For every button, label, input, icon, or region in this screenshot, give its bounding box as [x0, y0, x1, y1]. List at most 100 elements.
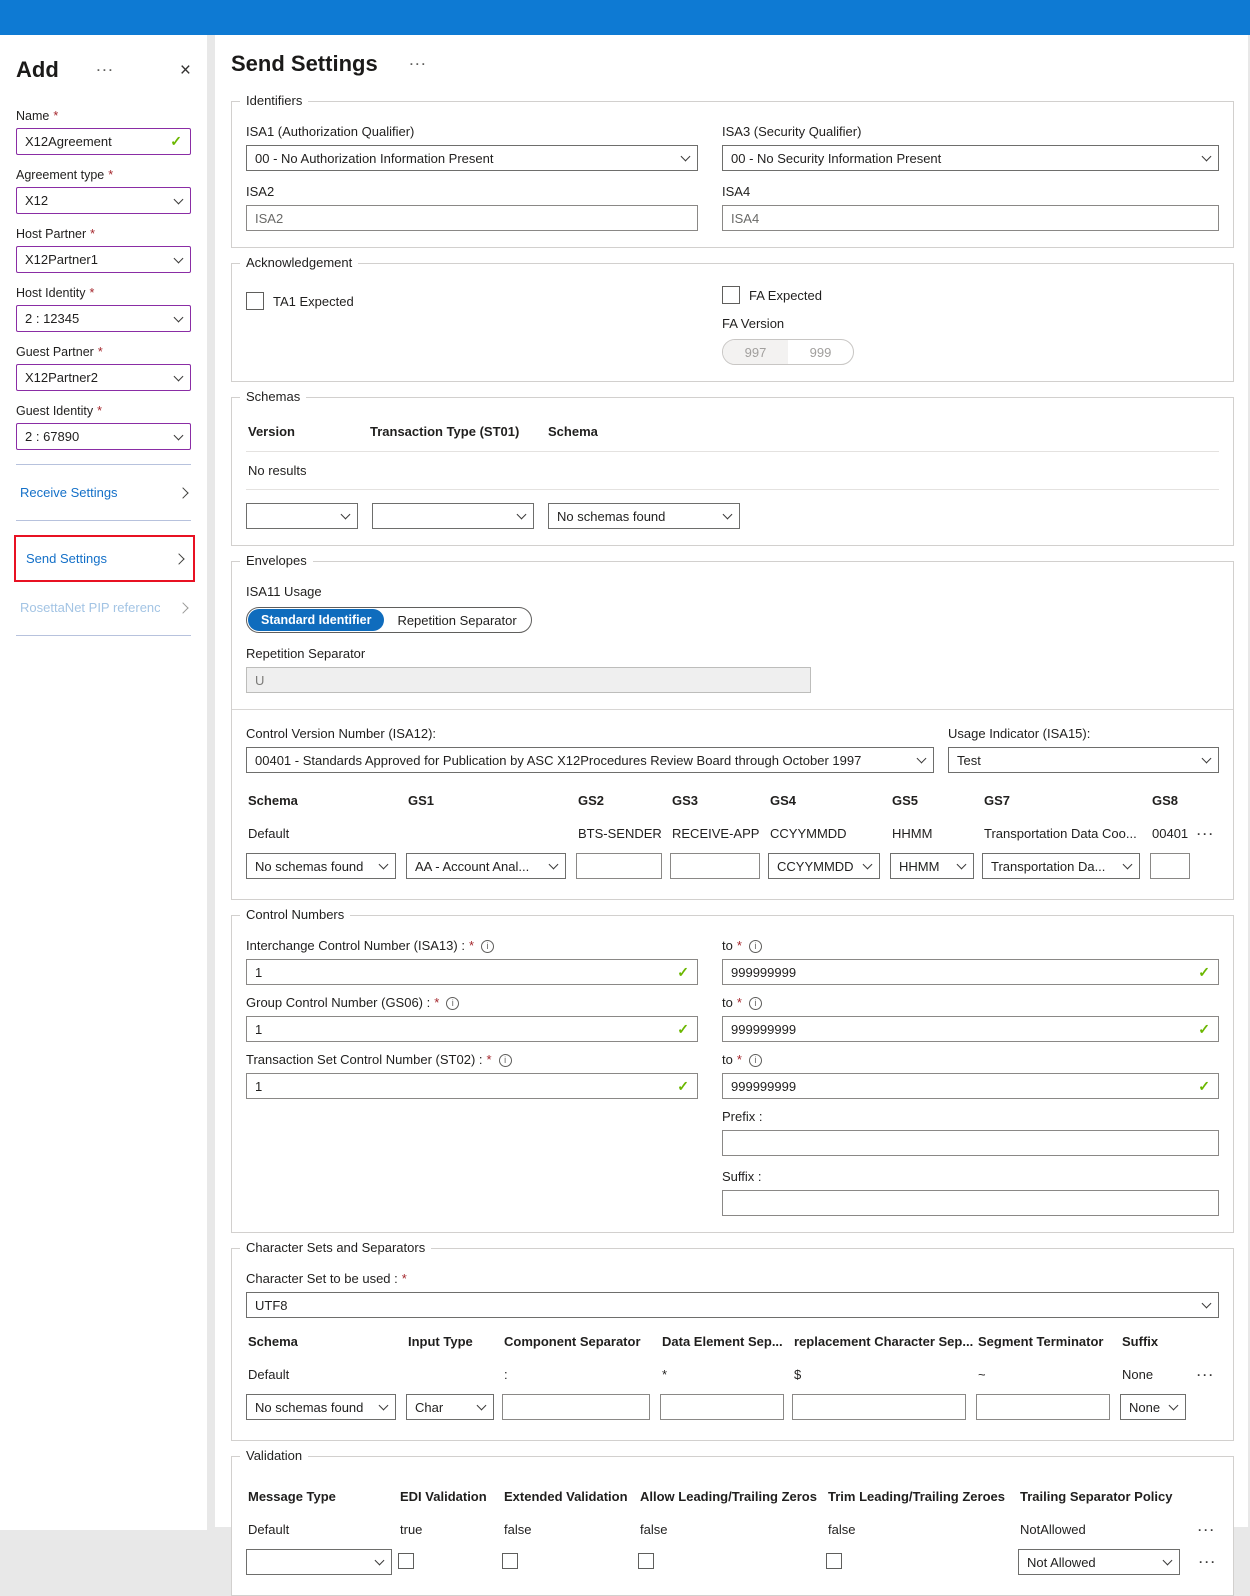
edi-validation-checkbox[interactable] — [398, 1552, 414, 1569]
chevron-down-icon — [1201, 151, 1212, 162]
required-marker: * — [90, 227, 96, 241]
isa15-select[interactable]: Test — [948, 747, 1219, 773]
allow-zeros-checkbox[interactable] — [638, 1552, 654, 1569]
col-allow-zeros: Allow Leading/Trailing Zeros — [640, 1489, 817, 1504]
data-element-separator-input[interactable] — [660, 1394, 784, 1420]
nav-receive-settings[interactable]: Receive Settings — [16, 479, 191, 506]
chevron-right-icon — [173, 552, 185, 565]
isa2-input[interactable] — [246, 205, 698, 231]
gs-schema-select[interactable]: No schemas found — [246, 853, 396, 879]
component-separator-input[interactable] — [502, 1394, 650, 1420]
isa4-input[interactable] — [722, 205, 1219, 231]
gs7-select[interactable]: Transportation Da... — [982, 853, 1140, 879]
toggle-repetition-separator[interactable]: Repetition Separator — [384, 613, 529, 628]
suffix-input[interactable] — [722, 1190, 1219, 1216]
page-more-icon[interactable]: ··· — [410, 57, 428, 71]
isa12-select[interactable]: 00401 - Standards Approved for Publicati… — [246, 747, 934, 773]
replacement-separator-input[interactable] — [792, 1394, 966, 1420]
fa-version-999: 999 — [809, 344, 832, 360]
isa1-select[interactable]: 00 - No Authorization Information Presen… — [246, 145, 698, 171]
gs06-from-input[interactable]: ✓ — [246, 1016, 698, 1042]
agreement-type-select[interactable]: X12 — [16, 187, 191, 214]
trim-zeroes-checkbox[interactable] — [826, 1552, 842, 1569]
name-input[interactable]: X12Agreement ✓ — [16, 128, 191, 155]
gs8-input[interactable] — [1150, 853, 1190, 879]
gs4-select[interactable]: CCYYMMDD — [768, 853, 880, 879]
message-type-select[interactable] — [246, 1549, 392, 1575]
input-type-select[interactable]: Char — [406, 1394, 494, 1420]
ta1-expected-checkbox[interactable] — [246, 292, 264, 310]
nav-send-settings[interactable]: Send Settings — [14, 535, 195, 582]
chevron-down-icon — [680, 151, 691, 162]
col-component-separator: Component Separator — [504, 1334, 641, 1349]
col-gs7: GS7 — [984, 793, 1011, 808]
row-actions-icon[interactable]: ··· — [1197, 1368, 1217, 1382]
isa3-select[interactable]: 00 - No Security Information Present — [722, 145, 1219, 171]
fa-version-toggle[interactable]: 997 999 — [722, 339, 854, 365]
host-partner-select[interactable]: X12Partner1 — [16, 246, 191, 273]
gs2-input[interactable] — [576, 853, 662, 879]
chevron-down-icon — [378, 1400, 389, 1411]
st02-label: Transaction Set Control Number (ST02) : — [246, 1052, 483, 1067]
nav-rosettanet-pip-reference[interactable]: RosettaNet PIP reference — [16, 594, 191, 621]
host-partner-label: Host Partner — [16, 227, 87, 241]
host-identity-label: Host Identity — [16, 286, 86, 300]
chevron-down-icon — [548, 859, 559, 870]
fa-expected-checkbox[interactable] — [722, 286, 740, 304]
extended-validation-checkbox[interactable] — [502, 1552, 518, 1569]
to-label: to — [722, 995, 733, 1010]
gs3-input[interactable] — [670, 853, 760, 879]
gs06-to-input[interactable]: ✓ — [722, 1016, 1219, 1042]
row-actions-icon[interactable]: ··· — [1199, 1555, 1219, 1569]
envelopes-section: Envelopes ISA11 Usage Standard Identifie… — [231, 553, 1234, 900]
guest-identity-select[interactable]: 2 : 67890 — [16, 423, 191, 450]
close-icon[interactable]: × — [180, 61, 191, 80]
gs5-select[interactable]: HHMM — [890, 853, 974, 879]
isa2-label: ISA2 — [246, 184, 275, 199]
isa13-to-input[interactable]: ✓ — [722, 959, 1219, 985]
isa3-label: ISA3 (Security Qualifier) — [722, 124, 862, 139]
transaction-type-select[interactable] — [372, 503, 534, 529]
st02-from-input[interactable]: ✓ — [246, 1073, 698, 1099]
chevron-down-icon — [340, 509, 351, 520]
section-legend: Character Sets and Separators — [240, 1240, 432, 1255]
cs-schema-select[interactable]: No schemas found — [246, 1394, 396, 1420]
toggle-standard-identifier[interactable]: Standard Identifier — [248, 609, 385, 631]
divider — [16, 635, 191, 636]
charset-select[interactable]: UTF8 — [246, 1292, 1219, 1318]
chevron-down-icon — [476, 1400, 487, 1411]
section-legend: Validation — [240, 1448, 309, 1463]
chevron-down-icon — [173, 253, 184, 263]
isa4-label: ISA4 — [722, 184, 751, 199]
chevron-down-icon — [1122, 859, 1133, 870]
isa13-from-input[interactable]: ✓ — [246, 959, 698, 985]
field-agreement-type: Agreement type * X12 — [16, 168, 191, 214]
suffix-label: Suffix : — [722, 1169, 762, 1184]
gs1-select[interactable]: AA - Account Anal... — [406, 853, 566, 879]
col-gs3: GS3 — [672, 793, 699, 808]
host-identity-select[interactable]: 2 : 12345 — [16, 305, 191, 332]
schema-select[interactable]: No schemas found — [548, 503, 740, 529]
segment-terminator-input[interactable] — [976, 1394, 1110, 1420]
divider — [16, 464, 191, 465]
identifiers-section: Identifiers ISA1 (Authorization Qualifie… — [231, 93, 1234, 248]
st02-to-input[interactable]: ✓ — [722, 1073, 1219, 1099]
field-name: Name * X12Agreement ✓ — [16, 109, 191, 155]
col-gs4: GS4 — [770, 793, 797, 808]
col-gs1: GS1 — [408, 793, 435, 808]
row-actions-icon[interactable]: ··· — [1197, 827, 1217, 841]
panel-more-icon[interactable]: ··· — [97, 63, 115, 77]
col-schema: Schema — [548, 424, 598, 439]
divider — [16, 520, 191, 521]
prefix-input[interactable] — [722, 1130, 1219, 1156]
col-version: Version — [248, 424, 295, 439]
guest-partner-select[interactable]: X12Partner2 — [16, 364, 191, 391]
chevron-down-icon — [173, 430, 184, 440]
trailing-separator-policy-select[interactable]: Not Allowed — [1018, 1549, 1180, 1575]
azure-top-bar — [0, 0, 1250, 35]
cs-suffix-select[interactable]: None — [1120, 1394, 1186, 1420]
section-legend: Control Numbers — [240, 907, 351, 922]
guest-partner-label: Guest Partner — [16, 345, 94, 359]
gs06-label: Group Control Number (GS06) : — [246, 995, 431, 1010]
version-select[interactable] — [246, 503, 358, 529]
